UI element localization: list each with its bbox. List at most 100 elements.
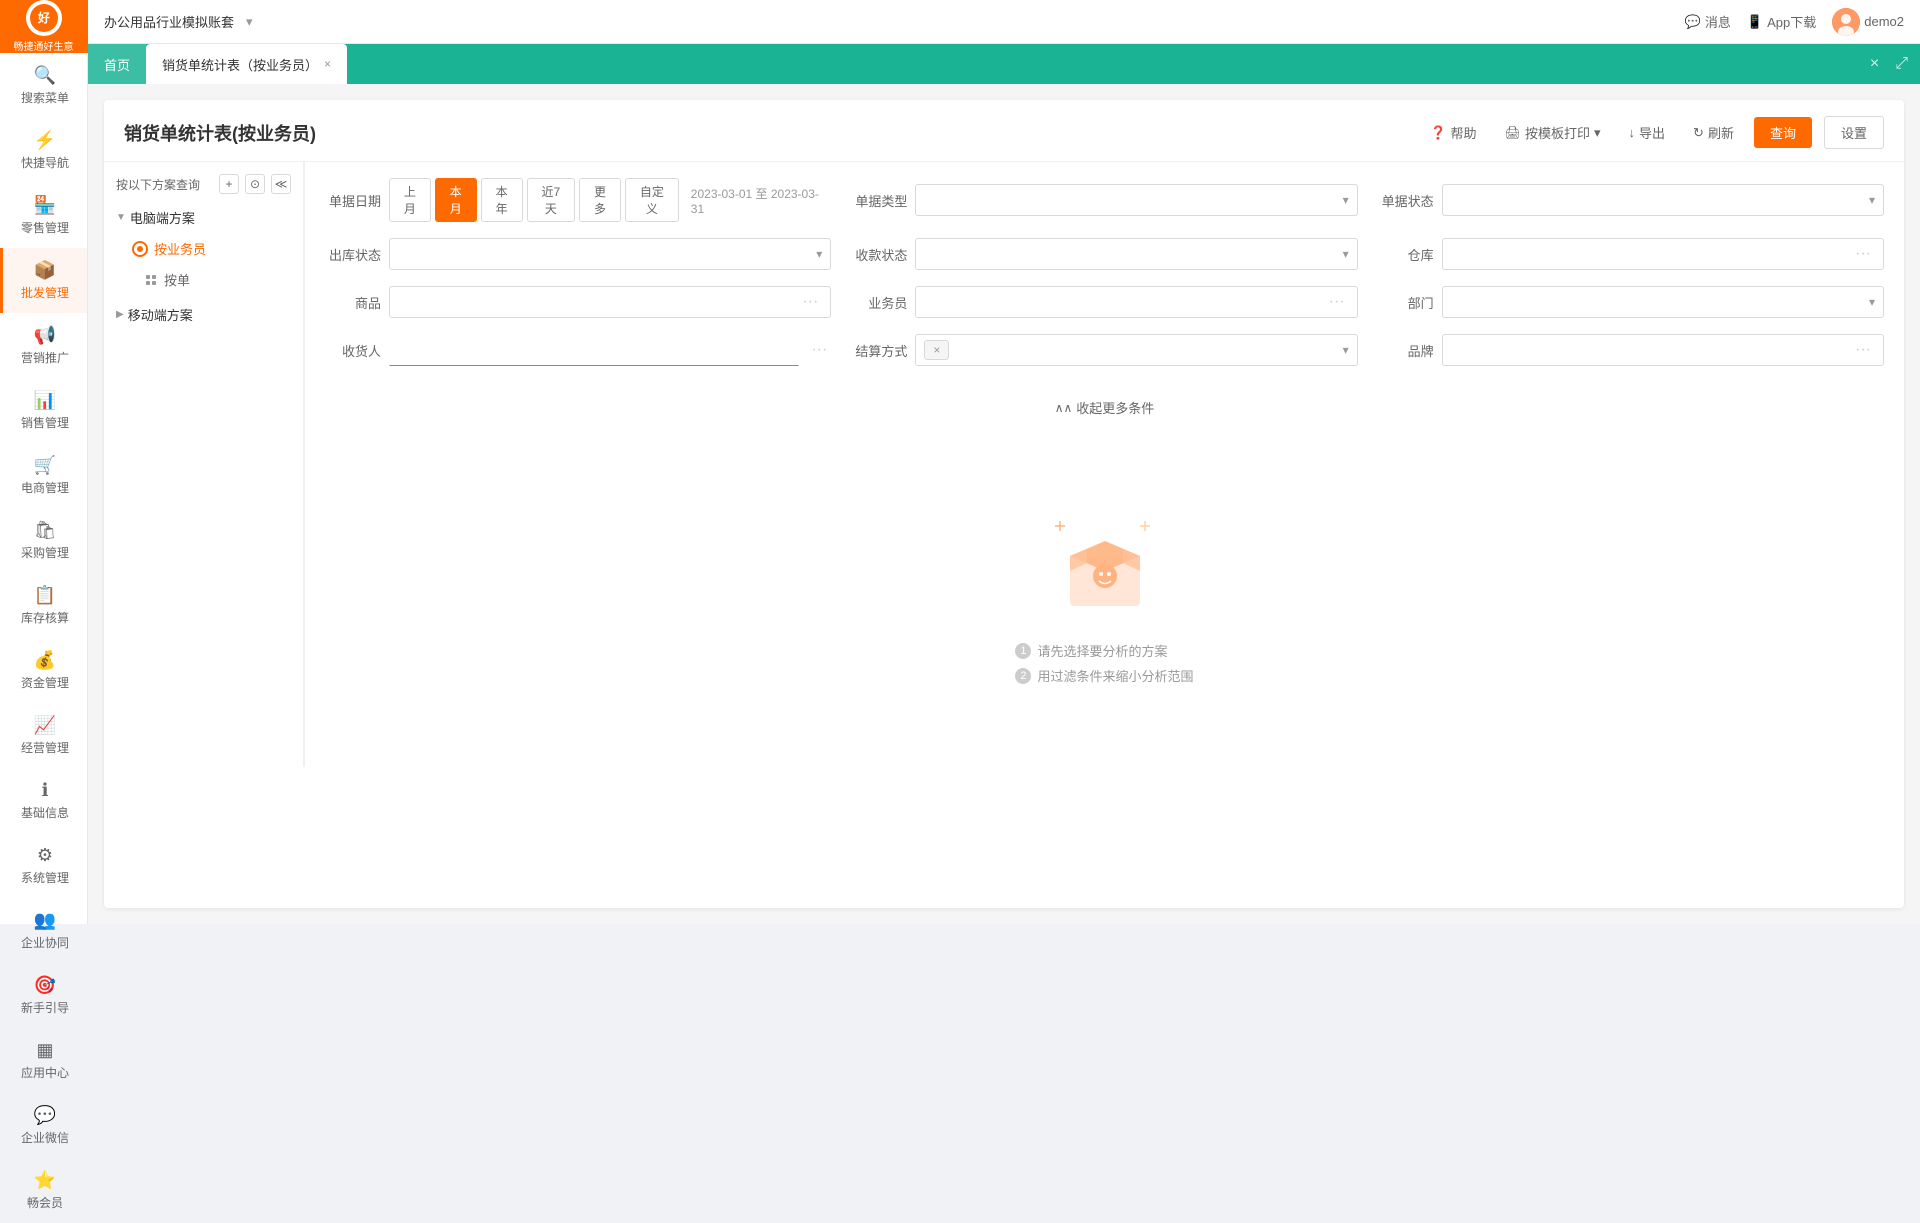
last7-btn[interactable]: 近7天 <box>527 178 576 222</box>
sidebar-item-retail[interactable]: 🏪 零售管理 <box>0 183 87 248</box>
more-btn[interactable]: 更多 <box>579 178 621 222</box>
brand-select[interactable]: ··· <box>1442 334 1884 366</box>
sidebar-item-newbie[interactable]: 🎯 新手引导 <box>0 963 87 1028</box>
filter-doctype-item: 单据类型 ▾ <box>851 184 1357 216</box>
refresh-btn[interactable]: ↻ 刷新 <box>1685 119 1742 146</box>
current-month-btn[interactable]: 本月 <box>435 178 477 222</box>
sidebar-item-membership[interactable]: ⭐ 畅会员 <box>0 1158 87 1223</box>
scheme-desktop-label: 电脑端方案 <box>130 208 195 227</box>
payment-select[interactable]: ▾ <box>915 238 1357 270</box>
sidebar-item-basic-info[interactable]: ℹ 基础信息 <box>0 768 87 833</box>
lightning-icon: ⚡ <box>34 130 56 151</box>
dept-label: 部门 <box>1378 293 1434 312</box>
scheme-header-icons: + ⊙ ≪ <box>219 174 291 194</box>
scheme-edit-btn[interactable]: ⊙ <box>245 174 265 194</box>
sidebar-item-inventory[interactable]: 📋 库存核算 <box>0 573 87 638</box>
order-icon <box>144 273 158 287</box>
collapse-arrow-icon: ▶ <box>116 309 124 320</box>
product-dots: ··· <box>798 293 822 311</box>
message-label: 消息 <box>1705 12 1731 31</box>
app-logo[interactable]: 好 畅捷通好生意 <box>0 0 88 53</box>
current-year-btn[interactable]: 本年 <box>481 178 523 222</box>
sidebar-item-quicknav[interactable]: ⚡ 快捷导航 <box>0 118 87 183</box>
export-icon: ↓ <box>1629 125 1636 140</box>
settlement-tag-close[interactable]: × <box>933 343 940 357</box>
scheme-collapse-btn[interactable]: ≪ <box>271 174 291 194</box>
product-select[interactable]: ··· <box>389 286 831 318</box>
empty-steps: 1 请先选择要分析的方案 2 用过滤条件来缩小分析范围 <box>1015 641 1193 691</box>
print-btn[interactable]: 🖨 按模板打印 ▾ <box>1496 119 1608 146</box>
sidebar-item-purchase[interactable]: 🛍 采购管理 <box>0 508 87 573</box>
sidebar-item-sales[interactable]: 📊 销售管理 <box>0 378 87 443</box>
help-btn[interactable]: ❓ 帮助 <box>1422 119 1484 146</box>
user-menu[interactable]: demo2 <box>1832 8 1904 36</box>
docstatus-select[interactable]: ▾ <box>1442 184 1884 216</box>
collapse-row: ∧∧ 收起更多条件 <box>325 382 1884 441</box>
sidebar-item-search[interactable]: 🔍 搜索菜单 <box>0 53 87 118</box>
outbound-select[interactable]: ▾ <box>389 238 831 270</box>
settlement-select[interactable]: × ▾ <box>915 334 1357 366</box>
scheme-mobile-header[interactable]: ▶ 移动端方案 <box>112 299 295 330</box>
last-month-btn[interactable]: 上月 <box>389 178 431 222</box>
page-inner: 销货单统计表(按业务员) ❓ 帮助 🖨 按模板打印 ▾ ↓ <box>104 100 1904 908</box>
megaphone-icon: 📢 <box>34 325 56 346</box>
warehouse-select[interactable]: ··· <box>1442 238 1884 270</box>
consignee-label: 收货人 <box>325 341 381 360</box>
sidebar-item-label: 新手引导 <box>21 999 69 1016</box>
salesperson-select[interactable]: ··· <box>915 286 1357 318</box>
main-area: 办公用品行业模拟账套 ▾ 💬 消息 📱 App下载 <box>88 0 1920 924</box>
docstatus-arrow-icon: ▾ <box>1869 193 1875 207</box>
sidebar-item-label: 采购管理 <box>21 544 69 561</box>
custom-btn[interactable]: 自定义 <box>625 178 679 222</box>
page-content: 销货单统计表(按业务员) ❓ 帮助 🖨 按模板打印 ▾ ↓ <box>88 84 1920 924</box>
sidebar-nav: 🔍 搜索菜单 ⚡ 快捷导航 🏪 零售管理 📦 批发管理 📢 营销推广 📊 <box>0 53 87 1223</box>
payment-label: 收款状态 <box>851 245 907 264</box>
app-download-btn[interactable]: 📱 App下载 <box>1747 12 1816 31</box>
export-btn[interactable]: ↓ 导出 <box>1621 119 1674 146</box>
scheme-add-btn[interactable]: + <box>219 174 239 194</box>
expand-window-btn[interactable]: ⤢ <box>1891 51 1912 77</box>
tab-home[interactable]: 首页 <box>88 44 146 84</box>
sidebar-item-finance[interactable]: 💰 资金管理 <box>0 638 87 703</box>
box-icon: 📦 <box>34 260 56 281</box>
doctype-select[interactable]: ▾ <box>915 184 1357 216</box>
grid-icon: ▦ <box>36 1040 53 1061</box>
tab-report[interactable]: 销货单统计表（按业务员） × <box>146 44 347 84</box>
user-avatar <box>1832 8 1860 36</box>
consignee-input[interactable] <box>389 334 799 366</box>
sidebar-item-system[interactable]: ⚙ 系统管理 <box>0 833 87 898</box>
scheme-item-by-order[interactable]: 按单 <box>112 264 295 295</box>
filter-salesperson-item: 业务员 ··· <box>851 286 1357 318</box>
expand-arrow-icon: ▼ <box>116 212 126 223</box>
query-btn[interactable]: 查询 <box>1754 117 1812 148</box>
sidebar-item-label: 企业微信 <box>21 1129 69 1146</box>
warehouse-label: 仓库 <box>1378 245 1434 264</box>
close-window-btn[interactable]: × <box>1866 51 1883 77</box>
sidebar-item-operations[interactable]: 📈 经营管理 <box>0 703 87 768</box>
sidebar-item-label: 应用中心 <box>21 1064 69 1081</box>
filter-dept-item: 部门 ▾ <box>1378 286 1884 318</box>
wechat-icon: 💬 <box>34 1105 56 1126</box>
sidebar-item-label: 企业协同 <box>21 934 69 951</box>
settings-btn[interactable]: 设置 <box>1824 116 1884 149</box>
step2-text: 用过滤条件来缩小分析范围 <box>1037 666 1193 685</box>
svg-text:好: 好 <box>36 10 49 25</box>
message-btn[interactable]: 💬 消息 <box>1685 12 1731 31</box>
sidebar-item-wholesale[interactable]: 📦 批发管理 <box>0 248 87 313</box>
dept-select[interactable]: ▾ <box>1442 286 1884 318</box>
collapse-btn[interactable]: ∧∧ 收起更多条件 <box>1043 394 1167 421</box>
account-dropdown-icon[interactable]: ▾ <box>246 14 253 30</box>
scheme-item-salesperson[interactable]: 按业务员 <box>112 233 295 264</box>
scheme-desktop-header[interactable]: ▼ 电脑端方案 <box>112 202 295 233</box>
collapse-up-icon: ∧∧ <box>1055 401 1073 415</box>
sidebar-item-apps[interactable]: ▦ 应用中心 <box>0 1028 87 1093</box>
scheme-header: 按以下方案查询 + ⊙ ≪ <box>104 174 303 202</box>
sidebar-item-ecommerce[interactable]: 🛒 电商管理 <box>0 443 87 508</box>
filter-docstatus-item: 单据状态 ▾ <box>1378 184 1884 216</box>
sidebar-item-wechat[interactable]: 💬 企业微信 <box>0 1093 87 1158</box>
tab-close-icon[interactable]: × <box>324 57 331 71</box>
sidebar-item-marketing[interactable]: 📢 营销推广 <box>0 313 87 378</box>
phone-icon: 📱 <box>1747 14 1763 30</box>
sidebar-item-enterprise[interactable]: 👥 企业协同 <box>0 898 87 963</box>
product-label: 商品 <box>325 293 381 312</box>
